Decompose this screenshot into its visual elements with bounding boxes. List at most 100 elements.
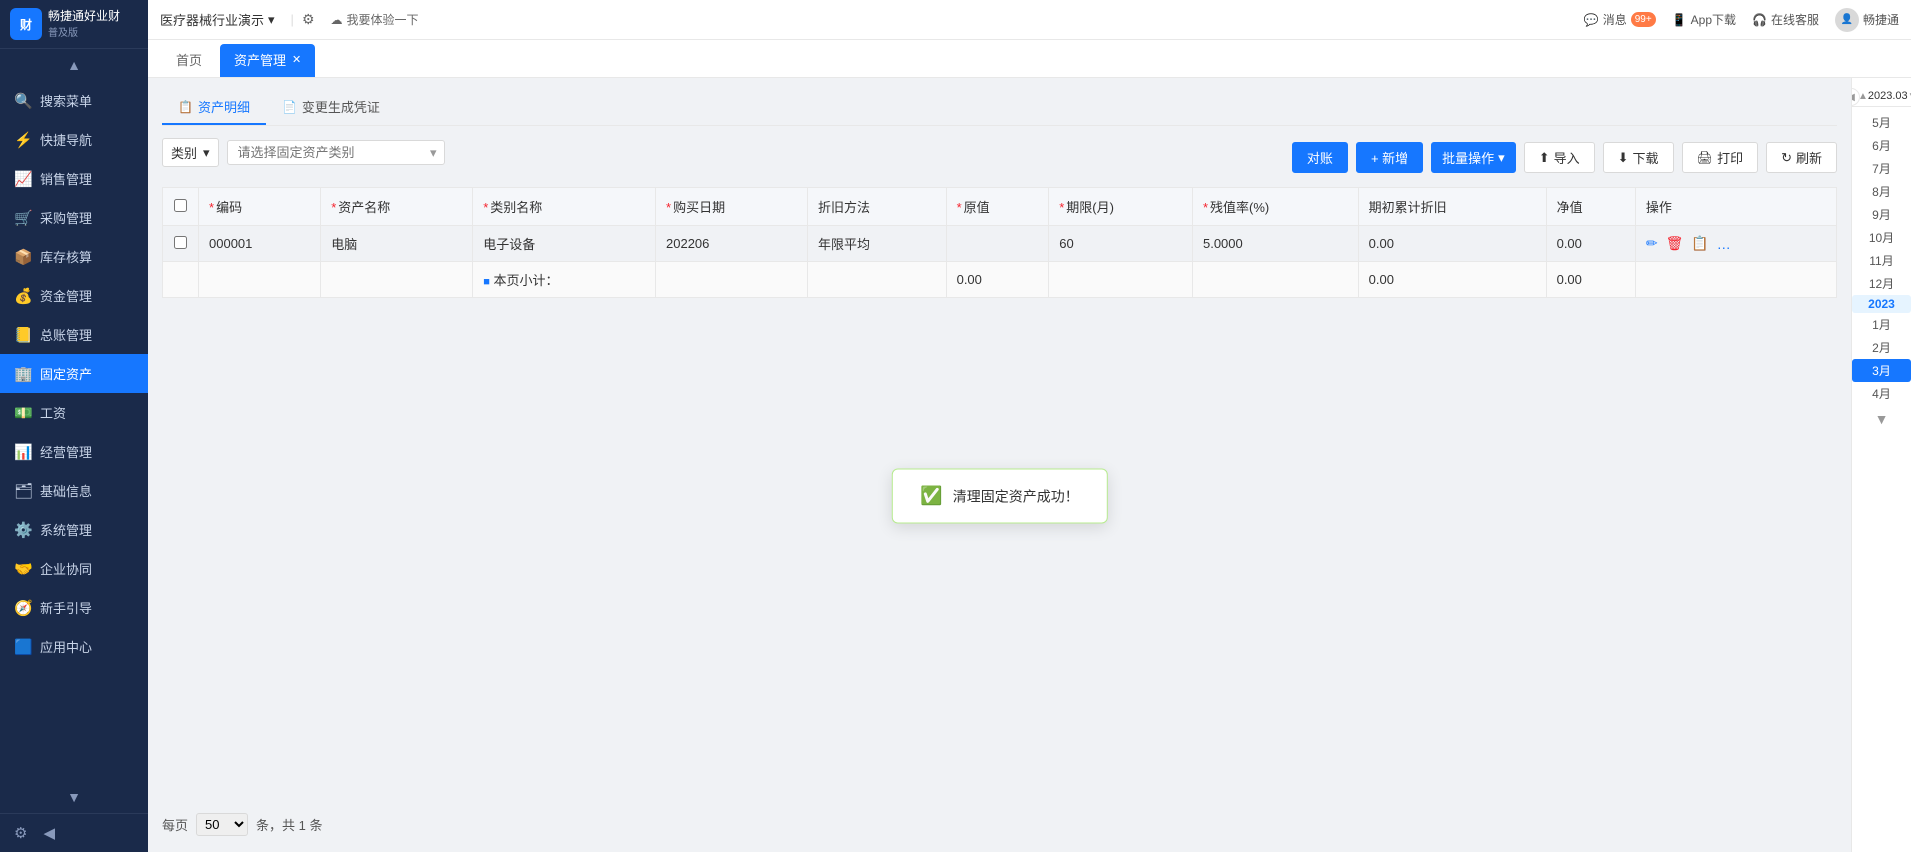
tab-close-icon[interactable]: ✕: [292, 53, 301, 66]
batch-button[interactable]: 批量操作 ▾: [1431, 142, 1516, 173]
header-action: 操作: [1635, 188, 1836, 226]
download-icon: ⬇: [1618, 150, 1629, 166]
reconcile-button[interactable]: 对账: [1292, 142, 1348, 173]
company-selector[interactable]: 医疗器械行业演示 ▾: [160, 10, 275, 29]
batch-arrow-icon: ▾: [1498, 150, 1505, 166]
month-6[interactable]: 6月: [1852, 134, 1911, 157]
sidebar-item-guide[interactable]: 🧭 新手引导: [0, 588, 148, 627]
month-9[interactable]: 9月: [1852, 203, 1911, 226]
content-main: 📋 资产明细 📄 变更生成凭证 类别 ▾ ▾: [148, 78, 1851, 852]
sidebar-item-system[interactable]: ⚙️ 系统管理: [0, 510, 148, 549]
sidebar-scroll-up[interactable]: ▲: [63, 53, 85, 77]
delete-icon[interactable]: 🗑: [1666, 235, 1684, 252]
subtotal-empty2: [321, 262, 473, 298]
refresh-icon: ↻: [1781, 150, 1792, 166]
month-12[interactable]: 12月: [1852, 272, 1911, 295]
sidebar-item-funds[interactable]: 💰 资金管理: [0, 276, 148, 315]
export-button[interactable]: ⬆ 导入: [1524, 142, 1595, 173]
scroll-down-month-icon[interactable]: ▼: [1875, 411, 1889, 427]
sidebar-item-app-center[interactable]: 🟦 应用中心: [0, 627, 148, 666]
month-3-active[interactable]: 3月: [1852, 359, 1911, 382]
sidebar-item-label-operations: 经营管理: [40, 442, 92, 461]
cell-net-value: 0.00: [1546, 226, 1635, 262]
category-select-input[interactable]: [227, 140, 445, 165]
tab-asset-management[interactable]: 资产管理 ✕: [220, 44, 315, 77]
print-button[interactable]: 🖨 打印: [1682, 142, 1759, 173]
month-2[interactable]: 2月: [1852, 336, 1911, 359]
subtotal-empty: [199, 262, 321, 298]
sidebar-item-label-app-center: 应用中心: [40, 637, 92, 656]
sidebar-item-quick-nav[interactable]: ⚡ 快捷导航: [0, 120, 148, 159]
edit-icon[interactable]: ✏: [1646, 235, 1658, 252]
tab-home[interactable]: 首页: [162, 44, 216, 77]
refresh-label: 刷新: [1796, 148, 1822, 167]
refresh-button[interactable]: ↻ 刷新: [1766, 142, 1837, 173]
header-residual-rate: *残值率(%): [1192, 188, 1358, 226]
asset-detail-icon: 📋: [178, 100, 193, 114]
settings-gear-icon[interactable]: ⚙: [302, 11, 315, 28]
app-center-icon: 🟦: [14, 638, 32, 656]
month-1[interactable]: 1月: [1852, 313, 1911, 336]
trial-banner[interactable]: ☁ 我要体验一下: [331, 11, 419, 28]
sidebar-item-sales[interactable]: 📈 销售管理: [0, 159, 148, 198]
online-service-button[interactable]: 🎧 在线客服: [1752, 11, 1819, 28]
user-profile[interactable]: 👤 畅捷通: [1835, 8, 1899, 32]
cell-action: ✏ 🗑 📋 …: [1635, 226, 1836, 262]
username: 畅捷通: [1863, 11, 1899, 28]
chevron-down-icon: ▾: [268, 12, 275, 28]
filter-row: 类别 ▾ ▾: [162, 138, 445, 167]
app-download-button[interactable]: 📱 App下载: [1672, 11, 1736, 28]
new-button[interactable]: + 新增: [1356, 142, 1423, 173]
per-page-select[interactable]: 50 10 20 100: [196, 813, 248, 836]
search-icon: 🔍: [14, 92, 32, 110]
message-button[interactable]: 💬 消息 99+: [1584, 11, 1656, 28]
month-11[interactable]: 11月: [1852, 249, 1911, 272]
sidebar-scroll-down[interactable]: ▼: [63, 785, 85, 809]
cell-residual-rate: 5.0000: [1192, 226, 1358, 262]
subtab-voucher-generate[interactable]: 📄 变更生成凭证: [266, 90, 396, 125]
cloud-icon: ☁: [331, 13, 343, 27]
month-5[interactable]: 5月: [1852, 111, 1911, 134]
download-button[interactable]: ⬇ 下载: [1603, 142, 1674, 173]
arrow-down-area: ▼: [1875, 405, 1889, 433]
sidebar-item-fixed-assets[interactable]: 🏢 固定资产: [0, 354, 148, 393]
sidebar-item-label-ledger: 总账管理: [40, 325, 92, 344]
sidebar-item-purchase[interactable]: 🛒 采购管理: [0, 198, 148, 237]
settings-icon[interactable]: ⚙: [14, 824, 27, 842]
subtotal-empty7: [1635, 262, 1836, 298]
month-7[interactable]: 7月: [1852, 157, 1911, 180]
total-text: 条，共 1 条: [256, 815, 322, 834]
subtab-asset-detail[interactable]: 📋 资产明细: [162, 90, 266, 125]
sidebar-bottom: ⚙ ◀: [0, 813, 148, 852]
sidebar-item-inventory[interactable]: 📦 库存核算: [0, 237, 148, 276]
sidebar-item-operations[interactable]: 📊 经营管理: [0, 432, 148, 471]
topbar-separator: |: [291, 12, 294, 27]
message-label: 消息: [1603, 11, 1627, 28]
toolbar-right: 对账 + 新增 批量操作 ▾ ⬆ 导入 ⬇ 下载: [1292, 142, 1837, 173]
category-filter[interactable]: 类别 ▾: [162, 138, 219, 167]
sidebar-item-search[interactable]: 🔍 搜索菜单: [0, 81, 148, 120]
purchase-icon: 🛒: [14, 209, 32, 227]
month-8[interactable]: 8月: [1852, 180, 1911, 203]
sidebar-item-label-sales: 销售管理: [40, 169, 92, 188]
sidebar-item-enterprise[interactable]: 🤝 企业协同: [0, 549, 148, 588]
funds-icon: 💰: [14, 287, 32, 305]
collapse-icon[interactable]: ◀: [43, 824, 55, 842]
app-version: 普及版: [48, 24, 120, 39]
header-category: *类别名称: [473, 188, 656, 226]
message-badge: 99+: [1631, 12, 1656, 27]
content-area: 📋 资产明细 📄 变更生成凭证 类别 ▾ ▾: [148, 78, 1911, 852]
sidebar-item-base-info[interactable]: 🗂 基础信息: [0, 471, 148, 510]
select-all-checkbox[interactable]: [174, 199, 187, 212]
row-checkbox[interactable]: [174, 236, 187, 249]
copy-icon[interactable]: 📋: [1691, 235, 1708, 252]
month-10[interactable]: 10月: [1852, 226, 1911, 249]
sidebar-item-ledger[interactable]: 📒 总账管理: [0, 315, 148, 354]
more-icon[interactable]: …: [1717, 236, 1731, 252]
sidebar-item-label-fixed-assets: 固定资产: [40, 364, 92, 383]
base-info-icon: 🗂: [14, 482, 32, 500]
sidebar-item-label-enterprise: 企业协同: [40, 559, 92, 578]
month-4[interactable]: 4月: [1852, 382, 1911, 405]
sidebar-item-payroll[interactable]: 💵 工资: [0, 393, 148, 432]
dropdown-arrow-icon: ▾: [430, 145, 437, 161]
